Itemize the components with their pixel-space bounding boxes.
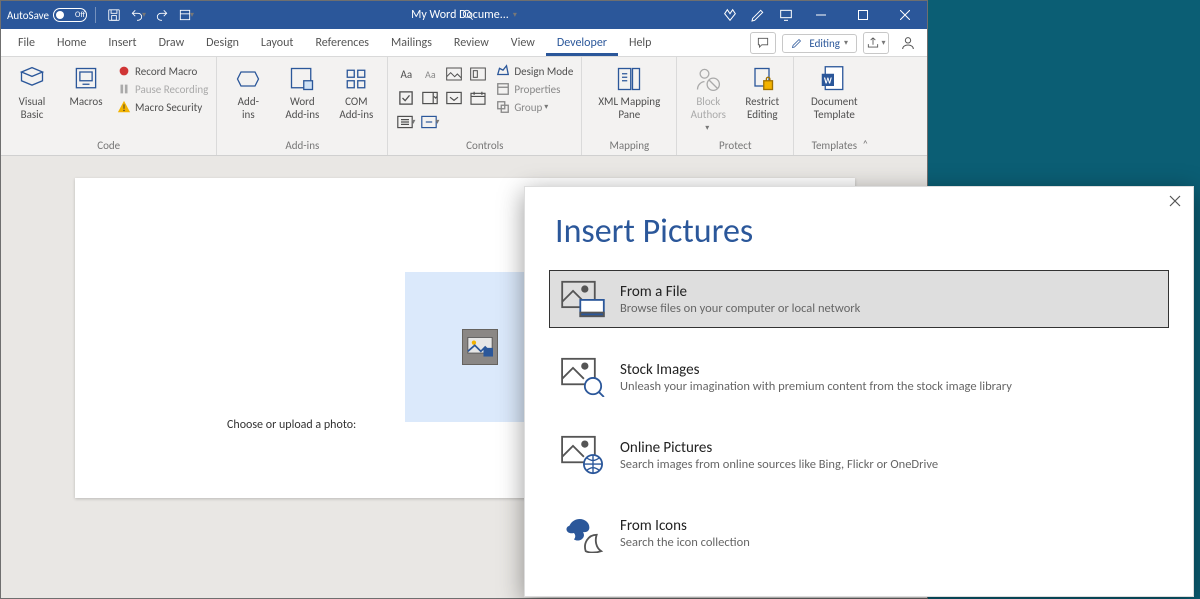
dialog-title: Insert Pictures (525, 187, 1193, 266)
ribbon-tabs: File Home Insert Draw Design Layout Refe… (1, 29, 927, 57)
option-from-file[interactable]: From a File Browse files on your compute… (549, 270, 1169, 328)
option-from-icons-desc: Search the icon collection (620, 535, 750, 550)
svg-text:W: W (824, 76, 832, 86)
option-from-icons[interactable]: From Icons Search the icon collection (549, 504, 1169, 562)
insert-pictures-dialog: Insert Pictures From a File Browse files… (524, 186, 1194, 597)
add-ins-button[interactable]: Add- ins (225, 61, 271, 121)
ribbon-group-protect: Block Authors ▾ Restrict Editing Protect (677, 57, 794, 155)
tab-file[interactable]: File (7, 30, 46, 56)
tab-design[interactable]: Design (195, 30, 250, 56)
search-icon[interactable] (461, 8, 475, 22)
dialog-close-button[interactable] (1169, 195, 1181, 211)
option-stock-images-desc: Unleash your imagination with premium co… (620, 379, 1012, 394)
control-picture-icon[interactable] (444, 64, 464, 84)
undo-icon[interactable]: ▾ (128, 5, 148, 25)
share-button[interactable]: ▾ (863, 32, 889, 54)
option-online-pictures[interactable]: Online Pictures Search images from onlin… (549, 426, 1169, 484)
save-icon[interactable] (104, 5, 124, 25)
document-template-button[interactable]: W Document Template (802, 61, 866, 121)
upload-photo-label: Choose or upload a photo: (227, 418, 356, 432)
macros-button[interactable]: Macros (63, 61, 109, 108)
record-macro-button[interactable]: Record Macro (117, 64, 208, 78)
title-bar: AutoSave Off ▾ ▾ My Word Docume...▾ (1, 1, 927, 29)
tab-review[interactable]: Review (443, 30, 500, 56)
control-plaintext-icon[interactable]: Aa (420, 64, 440, 84)
group-title-addins: Add-ins (225, 137, 379, 155)
design-mode-button[interactable]: Design Mode (496, 64, 573, 78)
block-authors-button[interactable]: Block Authors ▾ (685, 61, 731, 133)
autosave-label: AutoSave (7, 9, 49, 22)
visual-basic-button[interactable]: Visual Basic (9, 61, 55, 121)
redo-icon[interactable] (152, 5, 172, 25)
control-buildingblock-icon[interactable] (468, 64, 488, 84)
autosave-toggle[interactable]: AutoSave Off (7, 8, 87, 22)
control-dropdown-icon[interactable] (444, 88, 464, 108)
option-from-file-desc: Browse files on your computer or local n… (620, 301, 860, 316)
tab-insert[interactable]: Insert (97, 30, 147, 56)
control-repeating-icon[interactable]: ▾ (396, 112, 416, 132)
tab-layout[interactable]: Layout (250, 30, 305, 56)
group-title-protect: Protect (685, 137, 785, 155)
option-from-file-title: From a File (620, 283, 860, 301)
minimize-button[interactable] (801, 1, 841, 29)
editing-mode-button[interactable]: Editing▾ (782, 34, 857, 53)
tab-view[interactable]: View (500, 30, 546, 56)
ribbon-group-addins: Add- ins Word Add-ins COM Add-ins Add-in… (217, 57, 388, 155)
option-from-icons-title: From Icons (620, 517, 750, 535)
ribbon-group-controls: Aa Aa ▾ ▾ (388, 57, 582, 155)
tab-draw[interactable]: Draw (148, 30, 196, 56)
tab-home[interactable]: Home (46, 30, 97, 56)
properties-button[interactable]: Properties (496, 82, 573, 96)
option-stock-images[interactable]: Stock Images Unleash your imagination wi… (549, 348, 1169, 406)
close-button[interactable] (885, 1, 925, 29)
group-title-controls: Controls (396, 137, 573, 155)
group-button[interactable]: Group▾ (496, 100, 573, 114)
ribbon-group-code: Visual Basic Macros Record Macro Pause R… (1, 57, 217, 155)
word-add-ins-button[interactable]: Word Add-ins (279, 61, 325, 121)
restrict-editing-button[interactable]: Restrict Editing (739, 61, 785, 121)
xml-mapping-pane-button[interactable]: XML Mapping Pane (590, 61, 668, 121)
control-richtext-icon[interactable]: Aa (396, 64, 416, 84)
option-stock-images-title: Stock Images (620, 361, 1012, 379)
group-title-mapping: Mapping (590, 137, 668, 155)
control-combo-icon[interactable] (420, 88, 440, 108)
pause-recording-button[interactable]: Pause Recording (117, 82, 208, 96)
macro-security-button[interactable]: Macro Security (117, 100, 208, 114)
option-online-pictures-desc: Search images from online sources like B… (620, 457, 938, 472)
ribbon-group-templates: W Document Template Templates ˄ (794, 57, 874, 155)
tab-help[interactable]: Help (618, 30, 663, 56)
picture-placeholder-icon (462, 329, 498, 365)
qat-customize-icon[interactable]: ▾ (176, 5, 196, 25)
group-title-templates: Templates (802, 137, 866, 155)
collapse-ribbon-icon[interactable]: ˄ (862, 138, 868, 151)
ribbon-group-mapping: XML Mapping Pane Mapping (582, 57, 677, 155)
ribbon: Visual Basic Macros Record Macro Pause R… (1, 57, 927, 156)
com-add-ins-button[interactable]: COM Add-ins (333, 61, 379, 121)
account-icon[interactable] (895, 32, 921, 54)
display-settings-icon[interactable] (773, 2, 799, 28)
control-legacy-icon[interactable]: ▾ (420, 112, 440, 132)
premium-icon[interactable] (717, 2, 743, 28)
editor-pen-icon[interactable] (745, 2, 771, 28)
control-check-icon[interactable] (396, 88, 416, 108)
stock-images-icon (560, 357, 606, 397)
tab-references[interactable]: References (304, 30, 380, 56)
maximize-button[interactable] (843, 1, 883, 29)
online-pictures-icon (560, 435, 606, 475)
option-online-pictures-title: Online Pictures (620, 439, 938, 457)
tab-mailings[interactable]: Mailings (380, 30, 443, 56)
control-date-icon[interactable] (468, 88, 488, 108)
autosave-state: Off (75, 10, 85, 20)
group-title-code: Code (9, 137, 208, 155)
from-file-icon (560, 279, 606, 319)
from-icons-icon (560, 513, 606, 553)
comments-button[interactable] (750, 32, 776, 54)
tab-developer[interactable]: Developer (546, 30, 618, 56)
